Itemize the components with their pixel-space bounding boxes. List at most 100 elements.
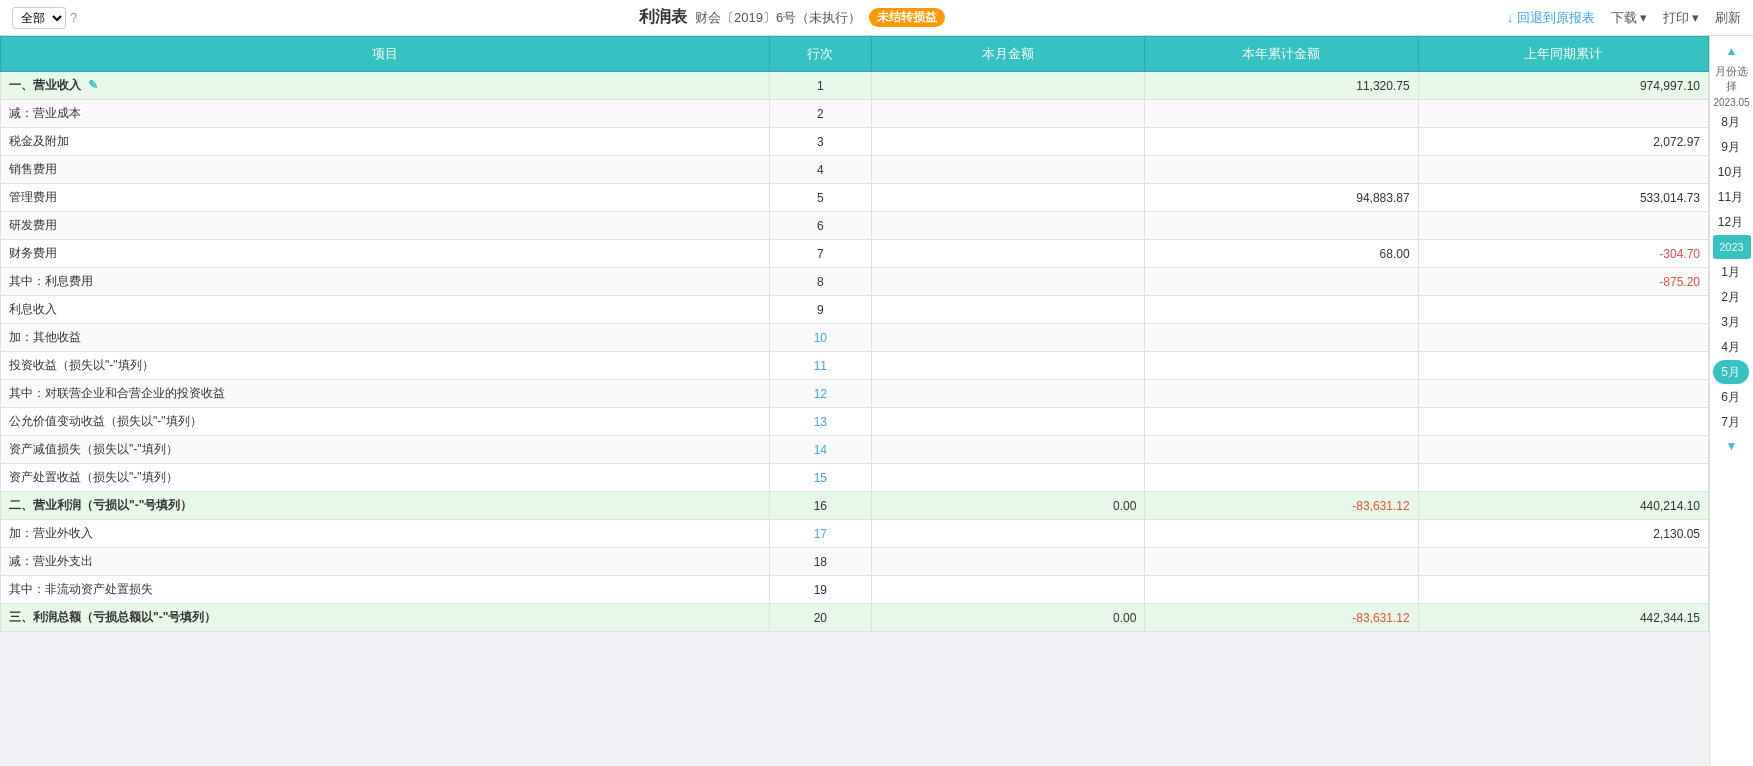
lastyear-amount-cell (1418, 436, 1708, 464)
row-num-cell: 6 (769, 212, 871, 240)
report-subtitle: 财会〔2019〕6号（未执行） (695, 9, 861, 27)
month-amount-cell (872, 212, 1145, 240)
month-amount-cell (872, 296, 1145, 324)
download-button[interactable]: 下载 ▾ (1611, 9, 1647, 27)
edit-icon[interactable]: ✎ (85, 78, 98, 92)
row-num-cell[interactable]: 14 (769, 436, 871, 464)
item-name-cell: 研发费用 (1, 212, 770, 240)
item-name-cell: 减：营业外支出 (1, 548, 770, 576)
chevron-down-icon: ▾ (1640, 10, 1647, 25)
table-row: 其中：非流动资产处置损失19 (1, 576, 1709, 604)
lastyear-amount-cell (1418, 576, 1708, 604)
row-num-cell: 3 (769, 128, 871, 156)
lastyear-amount-cell (1418, 548, 1708, 576)
year-amount-cell (1145, 380, 1418, 408)
year-amount-cell: -83,631.12 (1145, 492, 1418, 520)
top-bar-right: ↓ 回退到原报表 下载 ▾ 打印 ▾ 刷新 (1507, 9, 1741, 27)
lastyear-amount-cell: 440,214.10 (1418, 492, 1708, 520)
month-btn[interactable]: 7月 (1713, 410, 1749, 434)
back-button[interactable]: ↓ 回退到原报表 (1507, 9, 1595, 27)
lastyear-amount-cell: -304.70 (1418, 240, 1708, 268)
lastyear-amount-cell (1418, 324, 1708, 352)
table-row: 减：营业成本2 (1, 100, 1709, 128)
month-amount-cell: 0.00 (872, 604, 1145, 632)
month-btn[interactable]: 2月 (1713, 285, 1749, 309)
help-icon[interactable]: ? (70, 10, 77, 25)
row-num-cell[interactable]: 15 (769, 464, 871, 492)
scroll-up-arrow[interactable]: ▲ (1718, 40, 1746, 62)
table-row: 减：营业外支出18 (1, 548, 1709, 576)
year-amount-cell: -83,631.12 (1145, 604, 1418, 632)
month-amount-cell (872, 128, 1145, 156)
row-num-cell: 5 (769, 184, 871, 212)
top-bar-center: 利润表 财会〔2019〕6号（未执行） 未结转损益 (639, 7, 945, 28)
table-row: 其中：利息费用8-875.20 (1, 268, 1709, 296)
month-amount-cell: 0.00 (872, 492, 1145, 520)
month-btn[interactable]: 10月 (1713, 160, 1749, 184)
col-header-row: 行次 (769, 37, 871, 72)
item-name-cell: 减：营业成本 (1, 100, 770, 128)
item-name-cell: 税金及附加 (1, 128, 770, 156)
month-buttons-container: 8月9月10月11月12月20231月2月3月4月5月6月7月 (1713, 109, 1751, 435)
lastyear-amount-cell (1418, 100, 1708, 128)
row-num-cell: 9 (769, 296, 871, 324)
month-amount-cell (872, 268, 1145, 296)
select-all-wrapper[interactable]: 全部 ? (12, 7, 77, 29)
month-btn[interactable]: 3月 (1713, 310, 1749, 334)
scope-select[interactable]: 全部 (12, 7, 66, 29)
month-amount-cell (872, 156, 1145, 184)
row-num-cell[interactable]: 12 (769, 380, 871, 408)
month-btn[interactable]: 12月 (1713, 210, 1749, 234)
year-amount-cell (1145, 100, 1418, 128)
table-row: 研发费用6 (1, 212, 1709, 240)
row-num-cell: 7 (769, 240, 871, 268)
row-num-cell[interactable]: 10 (769, 324, 871, 352)
lastyear-amount-cell (1418, 464, 1708, 492)
row-num-cell: 18 (769, 548, 871, 576)
item-name-cell: 其中：对联营企业和合营企业的投资收益 (1, 380, 770, 408)
year-amount-cell (1145, 324, 1418, 352)
month-amount-cell (872, 520, 1145, 548)
table-row: 管理费用5 94,883.87533,014.73 (1, 184, 1709, 212)
year-amount-cell (1145, 156, 1418, 184)
month-btn[interactable]: 8月 (1713, 110, 1749, 134)
row-num-cell: 20 (769, 604, 871, 632)
status-badge: 未结转损益 (869, 8, 945, 27)
month-amount-cell (872, 464, 1145, 492)
lastyear-amount-cell: -875.20 (1418, 268, 1708, 296)
table-row: 公允价值变动收益（损失以"-"填列）13 (1, 408, 1709, 436)
month-amount-cell (872, 380, 1145, 408)
row-num-cell: 1 (769, 72, 871, 100)
table-row: 税金及附加32,072.97 (1, 128, 1709, 156)
year-amount-cell (1145, 296, 1418, 324)
row-num-cell[interactable]: 11 (769, 352, 871, 380)
year-amount-cell (1145, 548, 1418, 576)
month-btn[interactable]: 6月 (1713, 385, 1749, 409)
lastyear-amount-cell: 442,344.15 (1418, 604, 1708, 632)
refresh-button[interactable]: 刷新 (1715, 9, 1741, 27)
print-button[interactable]: 打印 ▾ (1663, 9, 1699, 27)
month-btn[interactable]: 5月 (1713, 360, 1749, 384)
year-amount-cell: 68.00 (1145, 240, 1418, 268)
month-btn[interactable]: 2023 (1713, 235, 1751, 259)
row-num-cell: 19 (769, 576, 871, 604)
table-row: 资产处置收益（损失以"-"填列）15 (1, 464, 1709, 492)
month-btn[interactable]: 1月 (1713, 260, 1749, 284)
item-name-cell: 管理费用 (1, 184, 770, 212)
row-num-cell: 16 (769, 492, 871, 520)
col-header-item: 项目 (1, 37, 770, 72)
year-amount-cell (1145, 408, 1418, 436)
row-num-cell[interactable]: 17 (769, 520, 871, 548)
row-num-cell[interactable]: 13 (769, 408, 871, 436)
scroll-down-arrow[interactable]: ▼ (1718, 435, 1746, 457)
main-container: 项目 行次 本月金额 本年累计金额 上年同期累计 一、营业收入 ✎111,320… (0, 36, 1753, 766)
year-amount-cell: 94,883.87 (1145, 184, 1418, 212)
month-btn[interactable]: 11月 (1713, 185, 1749, 209)
item-name-cell: 加：其他收益 (1, 324, 770, 352)
item-name-cell: 一、营业收入 ✎ (1, 72, 770, 100)
lastyear-amount-cell (1418, 296, 1708, 324)
lastyear-amount-cell: 533,014.73 (1418, 184, 1708, 212)
lastyear-amount-cell (1418, 212, 1708, 240)
month-btn[interactable]: 9月 (1713, 135, 1749, 159)
month-btn[interactable]: 4月 (1713, 335, 1749, 359)
